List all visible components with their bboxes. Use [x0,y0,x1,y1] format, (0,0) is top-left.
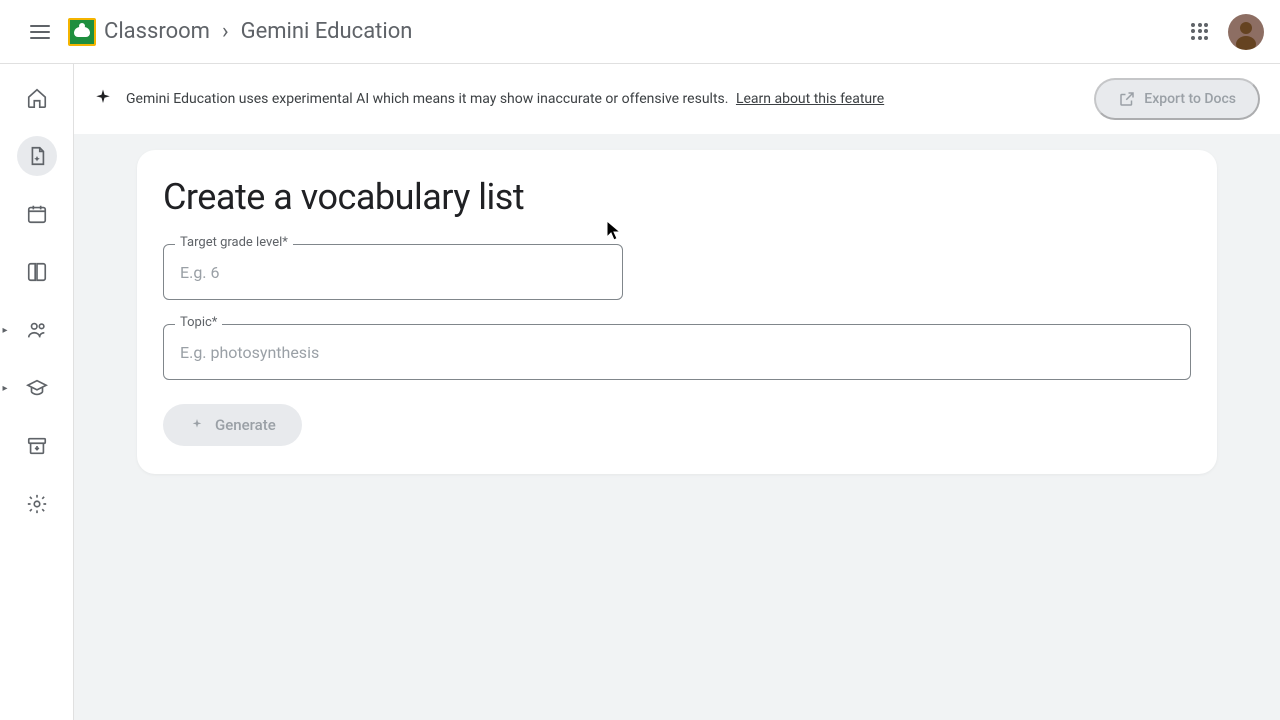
page-title: Create a vocabulary list [163,176,1191,218]
sidebar-teaching[interactable] [17,368,57,408]
calendar-icon [26,203,48,225]
sidebar-archive[interactable] [17,426,57,466]
hamburger-icon [28,20,52,44]
sidebar-home[interactable] [17,78,57,118]
banner-message: Gemini Education uses experimental AI wh… [126,91,884,107]
grade-field-wrap: Target grade level* [163,244,623,300]
content-area: Gemini Education uses experimental AI wh… [74,64,1280,720]
home-icon [26,87,48,109]
sidebar-nav [0,64,74,720]
generate-button-label: Generate [215,416,276,434]
sparkle-icon [94,88,112,110]
book-icon [26,261,48,283]
breadcrumb: Classroom › Gemini Education [104,19,412,44]
chevron-right-icon: › [222,19,229,44]
classroom-logo-icon [68,18,96,46]
breadcrumb-current: Gemini Education [241,19,413,44]
sidebar-calendar[interactable] [17,194,57,234]
archive-icon [26,435,48,457]
app-header: Classroom › Gemini Education [0,0,1280,64]
graduation-cap-icon [26,377,48,399]
sidebar-people[interactable] [17,310,57,350]
sparkle-icon [189,417,205,433]
grade-level-input[interactable] [163,244,623,300]
export-button-label: Export to Docs [1144,91,1236,107]
export-to-docs-button[interactable]: Export to Docs [1094,78,1260,120]
gear-icon [26,493,48,515]
main-menu-button[interactable] [16,8,64,56]
sidebar-library[interactable] [17,252,57,292]
topic-input[interactable] [163,324,1191,380]
topic-field-wrap: Topic* [163,324,1191,380]
people-icon [26,319,48,341]
grade-field-label: Target grade level* [175,235,293,250]
generate-button[interactable]: Generate [163,404,302,446]
banner-text-content: Gemini Education uses experimental AI wh… [126,91,728,107]
form-card: Create a vocabulary list Target grade le… [137,150,1217,474]
breadcrumb-root[interactable]: Classroom [104,19,210,44]
apps-grid-icon [1191,23,1209,41]
info-banner: Gemini Education uses experimental AI wh… [74,64,1280,134]
google-apps-button[interactable] [1180,12,1220,52]
learn-more-link[interactable]: Learn about this feature [736,91,884,107]
sidebar-settings[interactable] [17,484,57,524]
open-external-icon [1118,90,1136,108]
document-sparkle-icon [26,145,48,167]
account-avatar[interactable] [1228,14,1264,50]
sidebar-gemini[interactable] [17,136,57,176]
topic-field-label: Topic* [175,315,222,330]
